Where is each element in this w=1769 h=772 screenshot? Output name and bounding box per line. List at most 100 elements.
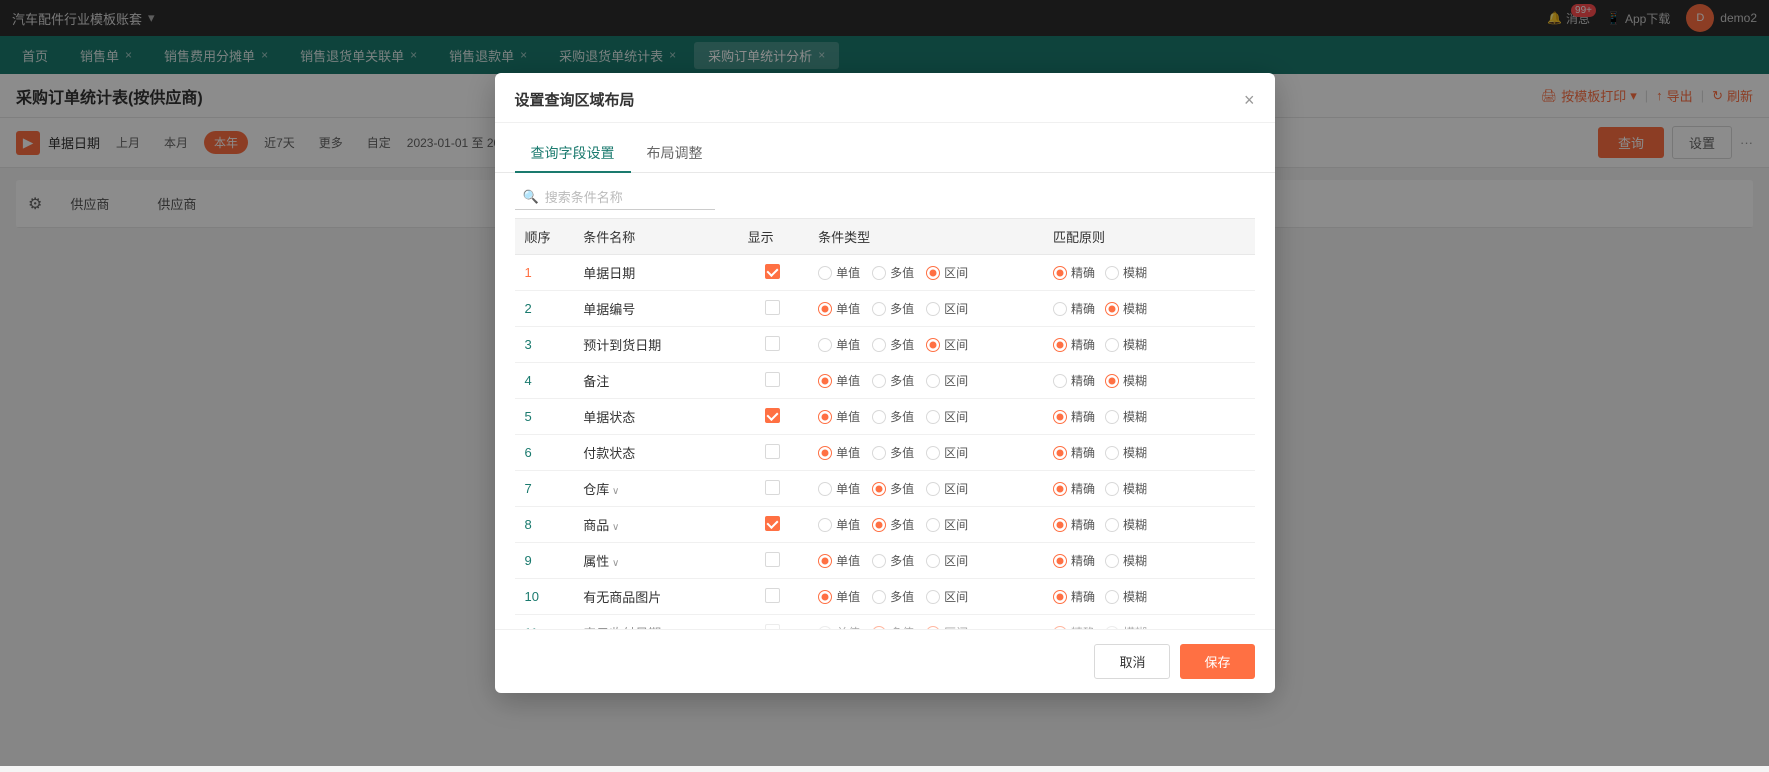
radio-match-item[interactable]: 精确	[1053, 408, 1095, 425]
radio-btn[interactable]	[1053, 590, 1067, 604]
radio-btn[interactable]	[872, 590, 886, 604]
cell-display[interactable]	[738, 291, 808, 327]
radio-btn[interactable]	[872, 482, 886, 496]
radio-type-item[interactable]: 区间	[926, 264, 968, 281]
radio-btn[interactable]	[872, 302, 886, 316]
radio-btn[interactable]	[1053, 482, 1067, 496]
radio-match-item[interactable]: 精确	[1053, 264, 1095, 281]
radio-type-item[interactable]: 多值	[872, 336, 914, 353]
radio-btn[interactable]	[926, 302, 940, 316]
radio-btn[interactable]	[818, 338, 832, 352]
radio-btn[interactable]	[1053, 266, 1067, 280]
radio-btn[interactable]	[926, 554, 940, 568]
cell-display[interactable]	[738, 399, 808, 435]
radio-btn[interactable]	[1053, 302, 1067, 316]
cell-display[interactable]	[738, 615, 808, 630]
radio-type-item[interactable]: 区间	[926, 336, 968, 353]
radio-type-item[interactable]: 区间	[926, 624, 968, 629]
radio-type-item[interactable]: 单值	[818, 552, 860, 569]
radio-btn[interactable]	[1105, 590, 1119, 604]
radio-btn[interactable]	[926, 518, 940, 532]
radio-btn[interactable]	[1053, 374, 1067, 388]
display-checkbox[interactable]	[765, 624, 780, 630]
radio-type-item[interactable]: 多值	[872, 552, 914, 569]
radio-btn[interactable]	[818, 482, 832, 496]
radio-btn[interactable]	[1105, 446, 1119, 460]
radio-type-item[interactable]: 多值	[872, 264, 914, 281]
radio-match-item[interactable]: 精确	[1053, 336, 1095, 353]
radio-btn[interactable]	[926, 338, 940, 352]
tab-layout-adjust[interactable]: 布局调整	[631, 135, 719, 173]
cell-display[interactable]	[738, 507, 808, 543]
radio-btn[interactable]	[818, 446, 832, 460]
radio-type-item[interactable]: 区间	[926, 516, 968, 533]
radio-match-item[interactable]: 模糊	[1105, 408, 1147, 425]
radio-type-item[interactable]: 单值	[818, 444, 860, 461]
radio-match-item[interactable]: 精确	[1053, 516, 1095, 533]
display-checkbox[interactable]	[765, 300, 780, 315]
radio-type-item[interactable]: 多值	[872, 516, 914, 533]
search-condition-input[interactable]	[545, 190, 705, 205]
radio-type-item[interactable]: 多值	[872, 480, 914, 497]
radio-type-item[interactable]: 单值	[818, 408, 860, 425]
radio-btn[interactable]	[818, 410, 832, 424]
radio-match-item[interactable]: 精确	[1053, 588, 1095, 605]
radio-btn[interactable]	[926, 374, 940, 388]
radio-btn[interactable]	[1105, 302, 1119, 316]
radio-type-item[interactable]: 多值	[872, 372, 914, 389]
radio-type-item[interactable]: 多值	[872, 444, 914, 461]
display-checkbox[interactable]	[765, 552, 780, 567]
radio-match-item[interactable]: 模糊	[1105, 624, 1147, 629]
radio-type-item[interactable]: 区间	[926, 480, 968, 497]
display-checkbox[interactable]	[765, 372, 780, 387]
save-button[interactable]: 保存	[1180, 644, 1254, 679]
radio-match-item[interactable]: 精确	[1053, 480, 1095, 497]
radio-match-item[interactable]: 精确	[1053, 300, 1095, 317]
radio-btn[interactable]	[818, 302, 832, 316]
display-checkbox[interactable]	[765, 516, 780, 531]
cell-display[interactable]	[738, 435, 808, 471]
radio-btn[interactable]	[818, 266, 832, 280]
radio-type-item[interactable]: 单值	[818, 264, 860, 281]
radio-btn[interactable]	[872, 554, 886, 568]
radio-type-item[interactable]: 单值	[818, 372, 860, 389]
radio-btn[interactable]	[1105, 482, 1119, 496]
radio-match-item[interactable]: 精确	[1053, 444, 1095, 461]
radio-btn[interactable]	[872, 410, 886, 424]
radio-type-item[interactable]: 多值	[872, 624, 914, 629]
radio-btn[interactable]	[872, 626, 886, 630]
display-checkbox[interactable]	[765, 408, 780, 423]
radio-type-item[interactable]: 单值	[818, 624, 860, 629]
radio-type-item[interactable]: 单值	[818, 480, 860, 497]
cancel-button[interactable]: 取消	[1094, 644, 1170, 679]
cell-display[interactable]	[738, 327, 808, 363]
radio-type-item[interactable]: 区间	[926, 444, 968, 461]
display-checkbox[interactable]	[765, 264, 780, 279]
display-checkbox[interactable]	[765, 444, 780, 459]
radio-type-item[interactable]: 单值	[818, 300, 860, 317]
tab-query-fields[interactable]: 查询字段设置	[515, 135, 631, 173]
radio-btn[interactable]	[1053, 626, 1067, 630]
cell-display[interactable]	[738, 543, 808, 579]
dialog-close-button[interactable]: ×	[1244, 91, 1255, 109]
radio-type-item[interactable]: 多值	[872, 408, 914, 425]
radio-btn[interactable]	[1105, 518, 1119, 532]
radio-btn[interactable]	[926, 482, 940, 496]
radio-btn[interactable]	[1053, 410, 1067, 424]
display-checkbox[interactable]	[765, 588, 780, 603]
radio-btn[interactable]	[872, 338, 886, 352]
radio-btn[interactable]	[872, 446, 886, 460]
radio-type-item[interactable]: 区间	[926, 300, 968, 317]
radio-btn[interactable]	[1053, 518, 1067, 532]
cell-display[interactable]	[738, 579, 808, 615]
radio-match-item[interactable]: 模糊	[1105, 372, 1147, 389]
radio-btn[interactable]	[1105, 338, 1119, 352]
radio-type-item[interactable]: 单值	[818, 516, 860, 533]
radio-btn[interactable]	[818, 518, 832, 532]
radio-btn[interactable]	[818, 626, 832, 630]
radio-type-item[interactable]: 单值	[818, 588, 860, 605]
radio-btn[interactable]	[926, 446, 940, 460]
radio-match-item[interactable]: 模糊	[1105, 516, 1147, 533]
radio-btn[interactable]	[872, 374, 886, 388]
radio-match-item[interactable]: 模糊	[1105, 336, 1147, 353]
